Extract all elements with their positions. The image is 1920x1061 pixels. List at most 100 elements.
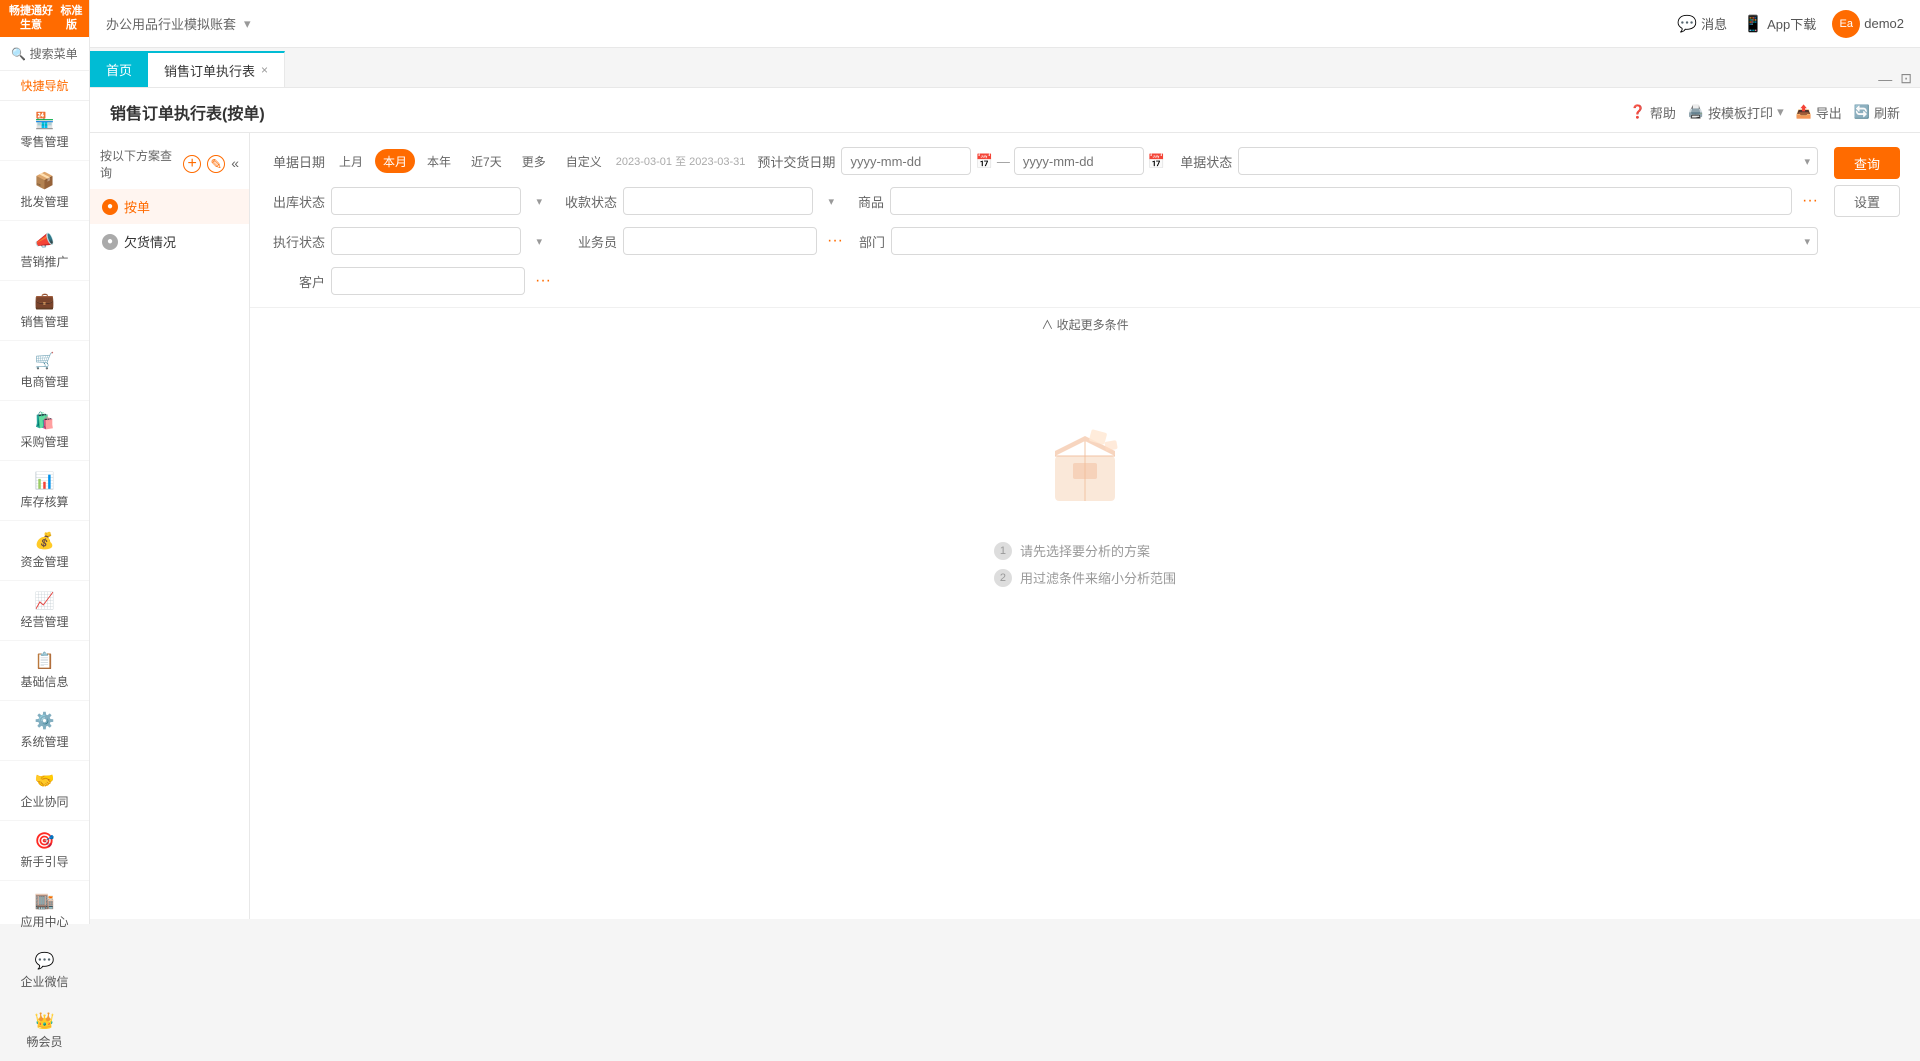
out-status-select[interactable] [331,187,521,215]
sidebar-item-label: 营销推广 [20,253,68,270]
sidebar-item-wechat[interactable]: 💬 企业微信 [0,941,89,1001]
left-panel-title: 按以下方案查询 [100,147,183,181]
logo-text-line1: 畅捷通好生意 [4,4,58,33]
date-custom[interactable]: 自定义 [558,149,610,173]
exec-status-label: 执行状态 [270,232,325,251]
step1-text: 请先选择要分析的方案 [1020,541,1150,560]
date-this-year[interactable]: 本年 [419,149,459,173]
exec-status-group: 执行状态 [270,227,550,255]
export-icon: 📤 [1796,104,1812,120]
date-last-month[interactable]: 上月 [331,149,371,173]
sidebar-item-newbie[interactable]: 🎯 新手引导 [0,821,89,881]
status-group: 单据状态 [1177,147,1818,175]
customer-group: 客户 ··· [270,267,551,295]
goods-more-icon[interactable]: ··· [1802,192,1818,210]
step2-text: 用过滤条件来缩小分析范围 [1020,568,1176,587]
left-panel-icons: + ✎ « [183,155,239,173]
receive-status-label: 收款状态 [562,192,617,211]
page-title-actions: ❓ 帮助 🖨️ 按模板打印 ▾ 📤 导出 🔄 刷新 [1630,103,1900,122]
sidebar-quick-nav[interactable]: 快捷导航 [0,71,89,101]
filter-action-buttons: 查询 设置 [1834,147,1900,217]
tab-min-icon[interactable]: — [1878,71,1892,87]
refresh-btn[interactable]: 🔄 刷新 [1854,103,1900,122]
sidebar-item-label: 企业协同 [20,793,68,810]
salesperson-input[interactable] [623,227,817,255]
date-options-group: 上月 本月 本年 近7天 更多 自定义 [331,149,610,173]
forecast-end-input[interactable] [1014,147,1144,175]
app-download-btn[interactable]: 📱 App下载 [1743,14,1816,34]
date-this-month[interactable]: 本月 [375,149,415,173]
goods-input[interactable] [890,187,1792,215]
sidebar-item-basic[interactable]: 📋 基础信息 [0,641,89,701]
empty-steps: 1 请先选择要分析的方案 2 用过滤条件来缩小分析范围 [994,541,1176,587]
receive-status-select[interactable] [623,187,813,215]
operation-icon: 📈 [35,591,55,611]
print-icon: 🖨️ [1688,104,1704,120]
collapse-panel-icon[interactable]: « [231,155,239,173]
tab-label: 销售订单执行表 [164,61,255,80]
export-btn[interactable]: 📤 导出 [1796,103,1842,122]
sidebar-item-operation[interactable]: 📈 经营管理 [0,581,89,641]
sidebar-item-inventory[interactable]: 📊 库存核算 [0,461,89,521]
sidebar-item-label: 新手引导 [20,853,68,870]
date-more[interactable]: 更多 [514,149,554,173]
tab-home[interactable]: 首页 [90,51,148,87]
sidebar-item-system[interactable]: ⚙️ 系统管理 [0,701,89,761]
date-last-7[interactable]: 近7天 [463,149,510,173]
tab-sales-order[interactable]: 销售订单执行表 × [148,51,285,87]
forecast-end-calendar-icon[interactable]: 📅 [1148,153,1165,170]
marketing-icon: 📣 [35,231,55,251]
sidebar-item-marketing[interactable]: 📣 营销推广 [0,221,89,281]
sidebar-item-purchase[interactable]: 🛍️ 采购管理 [0,401,89,461]
message-btn[interactable]: 💬 消息 [1677,14,1727,34]
tab-close-icon[interactable]: × [261,63,268,77]
tab-restore-icon[interactable]: ⊡ [1900,70,1912,87]
scheme-bydebt[interactable]: ● 欠货情况 [90,224,249,259]
salesperson-more-icon[interactable]: ··· [827,232,843,250]
sidebar-item-wholesale[interactable]: 📦 批发管理 [0,161,89,221]
sidebar-item-appstore[interactable]: 🏬 应用中心 [0,881,89,941]
print-btn[interactable]: 🖨️ 按模板打印 ▾ [1688,103,1784,122]
sidebar-item-label: 经营管理 [20,613,68,630]
exec-status-select[interactable] [331,227,521,255]
refresh-icon: 🔄 [1854,104,1870,120]
inventory-icon: 📊 [35,471,55,491]
sidebar-item-member[interactable]: 👑 畅会员 [0,1001,89,1061]
sidebar-search[interactable]: 🔍 搜索菜单 [0,37,89,71]
header-right: 💬 消息 📱 App下载 Ea demo2 [1677,10,1904,38]
finance-icon: 💰 [35,531,55,551]
query-button[interactable]: 查询 [1834,147,1900,179]
add-scheme-icon[interactable]: + [183,155,201,173]
tabs-bar: 首页 销售订单执行表 × — ⊡ [90,48,1920,88]
receive-status-wrapper [623,187,842,215]
sidebar-item-ecommerce[interactable]: 🛒 电商管理 [0,341,89,401]
right-content: 单据日期 上月 本月 本年 近7天 更多 自定义 2023-03-01 至 20… [250,133,1920,919]
dept-select[interactable] [891,227,1818,255]
customer-more-icon[interactable]: ··· [535,272,551,290]
scheme-byorder[interactable]: ● 按单 [90,189,249,224]
sidebar-item-sales[interactable]: 💼 销售管理 [0,281,89,341]
sidebar-item-label: 畅会员 [26,1033,62,1050]
settings-button[interactable]: 设置 [1834,185,1900,217]
top-header: 办公用品行业模拟账套 ▾ 💬 消息 📱 App下载 Ea demo2 [90,0,1920,48]
sidebar-item-label: 基础信息 [20,673,68,690]
status-select[interactable] [1238,147,1818,175]
main-area: 办公用品行业模拟账套 ▾ 💬 消息 📱 App下载 Ea demo2 首页 [90,0,1920,924]
forecast-start-calendar-icon[interactable]: 📅 [975,153,992,170]
customer-input[interactable] [331,267,525,295]
app-title-dropdown-icon[interactable]: ▾ [244,16,251,32]
edit-scheme-icon[interactable]: ✎ [207,155,225,173]
logo-text-line2: 标准版 [58,4,85,33]
collapse-bar[interactable]: ∧ 收起更多条件 [250,307,1920,341]
help-btn[interactable]: ❓ 帮助 [1630,103,1676,122]
user-profile[interactable]: Ea demo2 [1832,10,1904,38]
byorder-label: 按单 [124,197,150,216]
exec-status-wrapper [331,227,550,255]
sidebar-item-finance[interactable]: 💰 资金管理 [0,521,89,581]
forecast-start-input[interactable] [841,147,971,175]
app-title: 办公用品行业模拟账套 [106,14,236,33]
wholesale-icon: 📦 [35,171,55,191]
sidebar-item-retail[interactable]: 🏪 零售管理 [0,101,89,161]
sidebar-item-corp[interactable]: 🤝 企业协同 [0,761,89,821]
forecast-date-label: 预计交货日期 [757,152,835,171]
